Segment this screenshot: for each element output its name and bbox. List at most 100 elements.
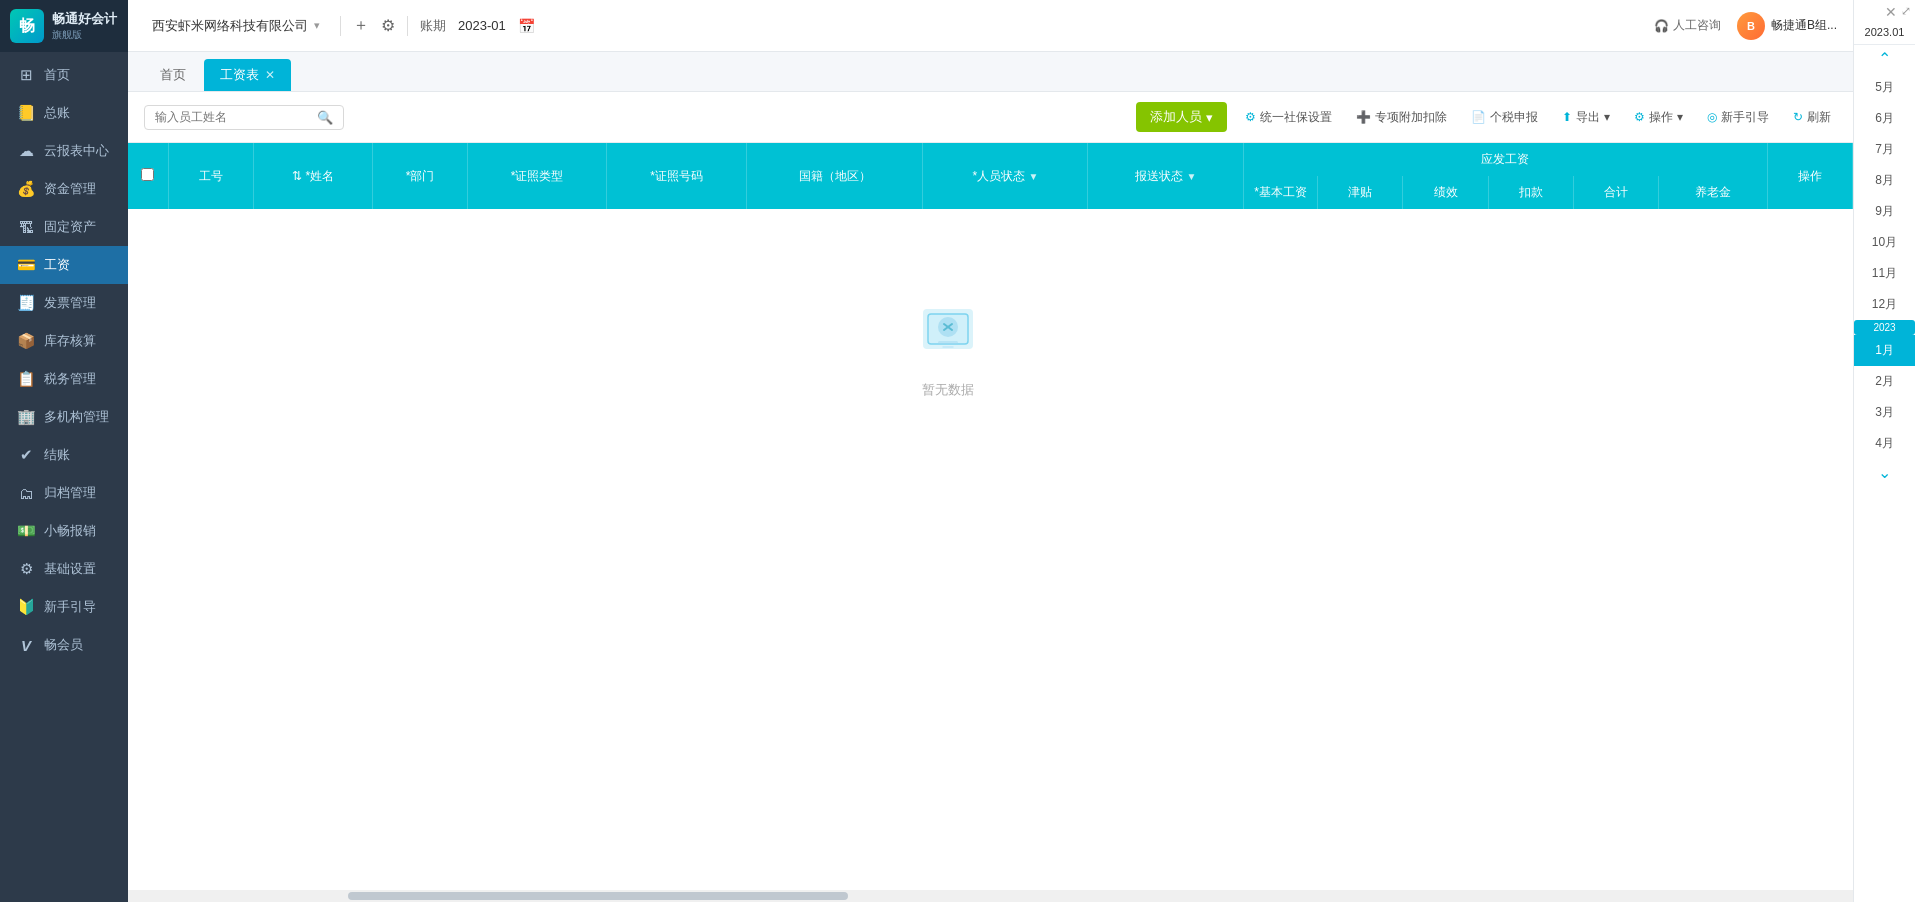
home-icon: ⊞ xyxy=(16,66,36,84)
export-icon: ⬆ xyxy=(1562,110,1572,124)
add-person-label: 添加人员 xyxy=(1150,108,1202,126)
user-area[interactable]: B 畅捷通B组... xyxy=(1737,12,1837,40)
sidebar-item-fixed-assets[interactable]: 🏗 固定资产 xyxy=(0,208,128,246)
date-month-2022-11[interactable]: 11月 xyxy=(1854,258,1915,289)
sidebar-item-archive[interactable]: 🗂 归档管理 xyxy=(0,474,128,512)
sidebar-item-home-label: 首页 xyxy=(44,66,70,84)
search-icon[interactable]: 🔍 xyxy=(317,110,333,125)
sidebar-item-fund-label: 资金管理 xyxy=(44,180,96,198)
th-status[interactable]: *人员状态 ▼ xyxy=(923,143,1088,209)
date-month-2023-3[interactable]: 3月 xyxy=(1854,397,1915,428)
search-input[interactable] xyxy=(155,110,311,124)
sidebar-item-guide[interactable]: 🔰 新手引导 xyxy=(0,588,128,626)
guide-btn[interactable]: ◎ 新手引导 xyxy=(1701,105,1775,130)
refresh-btn[interactable]: ↻ 刷新 xyxy=(1787,105,1837,130)
company-selector[interactable]: 西安虾米网络科技有限公司 ▾ xyxy=(144,13,328,39)
social-security-btn[interactable]: ⚙ 统一社保设置 xyxy=(1239,105,1338,130)
sidebar-item-invoice-label: 发票管理 xyxy=(44,294,96,312)
date-month-2022-10[interactable]: 10月 xyxy=(1854,227,1915,258)
th-pension: 养老金 xyxy=(1659,176,1767,209)
th-id-number: *证照号码 xyxy=(607,143,747,209)
logo-icon: 畅 xyxy=(10,9,44,43)
sidebar-item-tax[interactable]: 📋 税务管理 xyxy=(0,360,128,398)
date-month-2022-7[interactable]: 7月 xyxy=(1854,134,1915,165)
main-area: 西安虾米网络科技有限公司 ▾ ＋ ⚙ 账期 2023-01 📅 🎧 人工咨询 B… xyxy=(128,0,1853,902)
tabs-bar: 首页 工资表 ✕ xyxy=(128,52,1853,92)
sidebar: 畅 畅通好会计 旗舰版 ⊞ 首页 📒 总账 ☁ 云报表中心 💰 资金管理 🏗 固… xyxy=(0,0,128,902)
export-btn[interactable]: ⬆ 导出 ▾ xyxy=(1556,105,1616,130)
ledger-icon: 📒 xyxy=(16,104,36,122)
date-nav-up-btn[interactable]: ⌃ xyxy=(1854,45,1915,72)
date-month-2022-6[interactable]: 6月 xyxy=(1854,103,1915,134)
date-month-2022-9[interactable]: 9月 xyxy=(1854,196,1915,227)
sidebar-item-archive-label: 归档管理 xyxy=(44,484,96,502)
toolbar-right: 添加人员 ▾ ⚙ 统一社保设置 ➕ 专项附加扣除 📄 个税申报 ⬆ 导出 xyxy=(1136,102,1837,132)
sidebar-item-close[interactable]: ✔ 结账 xyxy=(0,436,128,474)
date-month-2023-4[interactable]: 4月 xyxy=(1854,428,1915,459)
date-month-2022-8[interactable]: 8月 xyxy=(1854,165,1915,196)
company-settings-icon[interactable]: ⚙ xyxy=(381,16,395,35)
search-wrap: 🔍 xyxy=(144,105,344,130)
tab-close-icon[interactable]: ✕ xyxy=(265,68,275,82)
tab-salary-table[interactable]: 工资表 ✕ xyxy=(204,59,291,91)
th-deductions: 扣款 xyxy=(1488,176,1573,209)
sidebar-item-settings[interactable]: ⚙ 基础设置 xyxy=(0,550,128,588)
add-person-button[interactable]: 添加人员 ▾ xyxy=(1136,102,1227,132)
date-month-2023-1[interactable]: 1月 xyxy=(1854,335,1915,366)
add-company-icon[interactable]: ＋ xyxy=(353,15,369,36)
table-scrollbar[interactable] xyxy=(128,890,1853,902)
report-status-filter-icon[interactable]: ▼ xyxy=(1187,171,1197,182)
scroll-thumb[interactable] xyxy=(348,892,848,900)
special-deduct-btn[interactable]: ➕ 专项附加扣除 xyxy=(1350,105,1453,130)
sidebar-item-invoice[interactable]: 🧾 发票管理 xyxy=(0,284,128,322)
customer-service-btn[interactable]: 🎧 人工咨询 xyxy=(1654,17,1721,34)
th-country: 国籍（地区） xyxy=(747,143,923,209)
date-month-2023-2[interactable]: 2月 xyxy=(1854,366,1915,397)
personal-tax-btn[interactable]: 📄 个税申报 xyxy=(1465,105,1544,130)
sidebar-item-fixed-assets-label: 固定资产 xyxy=(44,218,96,236)
th-checkbox[interactable] xyxy=(128,143,168,209)
date-panel-close-icon[interactable]: ✕ xyxy=(1885,4,1897,20)
year-2023-badge: 2023 xyxy=(1854,320,1915,335)
sidebar-item-inventory[interactable]: 📦 库存核算 xyxy=(0,322,128,360)
headset-icon: 🎧 xyxy=(1654,19,1669,33)
operations-icon: ⚙ xyxy=(1634,110,1645,124)
empty-icon xyxy=(908,289,988,369)
invoice-icon: 🧾 xyxy=(16,294,36,312)
tab-home-label: 首页 xyxy=(160,66,186,84)
status-filter-icon[interactable]: ▼ xyxy=(1028,171,1038,182)
date-month-2022-5[interactable]: 5月 xyxy=(1854,72,1915,103)
sidebar-item-home[interactable]: ⊞ 首页 xyxy=(0,56,128,94)
user-name: 畅捷通B组... xyxy=(1771,17,1837,34)
settings-icon: ⚙ xyxy=(16,560,36,578)
date-panel-expand-icon[interactable]: ⤢ xyxy=(1901,4,1911,20)
tax-icon: 📋 xyxy=(16,370,36,388)
guide-label: 新手引导 xyxy=(1721,109,1769,126)
multi-org-icon: 🏢 xyxy=(16,408,36,426)
topbar-right: 🎧 人工咨询 B 畅捷通B组... xyxy=(1654,12,1837,40)
fixed-assets-icon: 🏗 xyxy=(16,219,36,236)
sidebar-item-ledger[interactable]: 📒 总账 xyxy=(0,94,128,132)
sidebar-item-multi-org[interactable]: 🏢 多机构管理 xyxy=(0,398,128,436)
tab-home[interactable]: 首页 xyxy=(144,59,202,91)
sidebar-item-salary[interactable]: 💳 工资 xyxy=(0,246,128,284)
chevron-down-icon: ▾ xyxy=(314,19,320,32)
th-report-status[interactable]: 报送状态 ▼ xyxy=(1088,143,1244,209)
table-wrapper: 工号 ⇅ *姓名 *部门 *证照类型 *证照号码 国籍（地区） *人员状态 ▼ xyxy=(128,143,1853,890)
logo-line1: 畅通好会计 xyxy=(52,11,117,28)
th-name-sort-icon: ⇅ xyxy=(292,169,302,183)
calendar-icon[interactable]: 📅 xyxy=(518,18,535,34)
th-allowance: 津贴 xyxy=(1318,176,1403,209)
date-nav-down-btn[interactable]: ⌄ xyxy=(1854,459,1915,486)
select-all-checkbox[interactable] xyxy=(141,168,154,181)
sidebar-item-fund[interactable]: 💰 资金管理 xyxy=(0,170,128,208)
th-name[interactable]: ⇅ *姓名 xyxy=(253,143,373,209)
sidebar-item-cloud-report[interactable]: ☁ 云报表中心 xyxy=(0,132,128,170)
export-arrow-icon: ▾ xyxy=(1604,110,1610,124)
operations-btn[interactable]: ⚙ 操作 ▾ xyxy=(1628,105,1689,130)
sidebar-nav: ⊞ 首页 📒 总账 ☁ 云报表中心 💰 资金管理 🏗 固定资产 💳 工资 🧾 发… xyxy=(0,52,128,902)
sidebar-item-expense[interactable]: 💵 小畅报销 xyxy=(0,512,128,550)
sidebar-item-member[interactable]: V 畅会员 xyxy=(0,626,128,664)
date-month-2022-12[interactable]: 12月 xyxy=(1854,289,1915,320)
company-name: 西安虾米网络科技有限公司 xyxy=(152,17,308,35)
